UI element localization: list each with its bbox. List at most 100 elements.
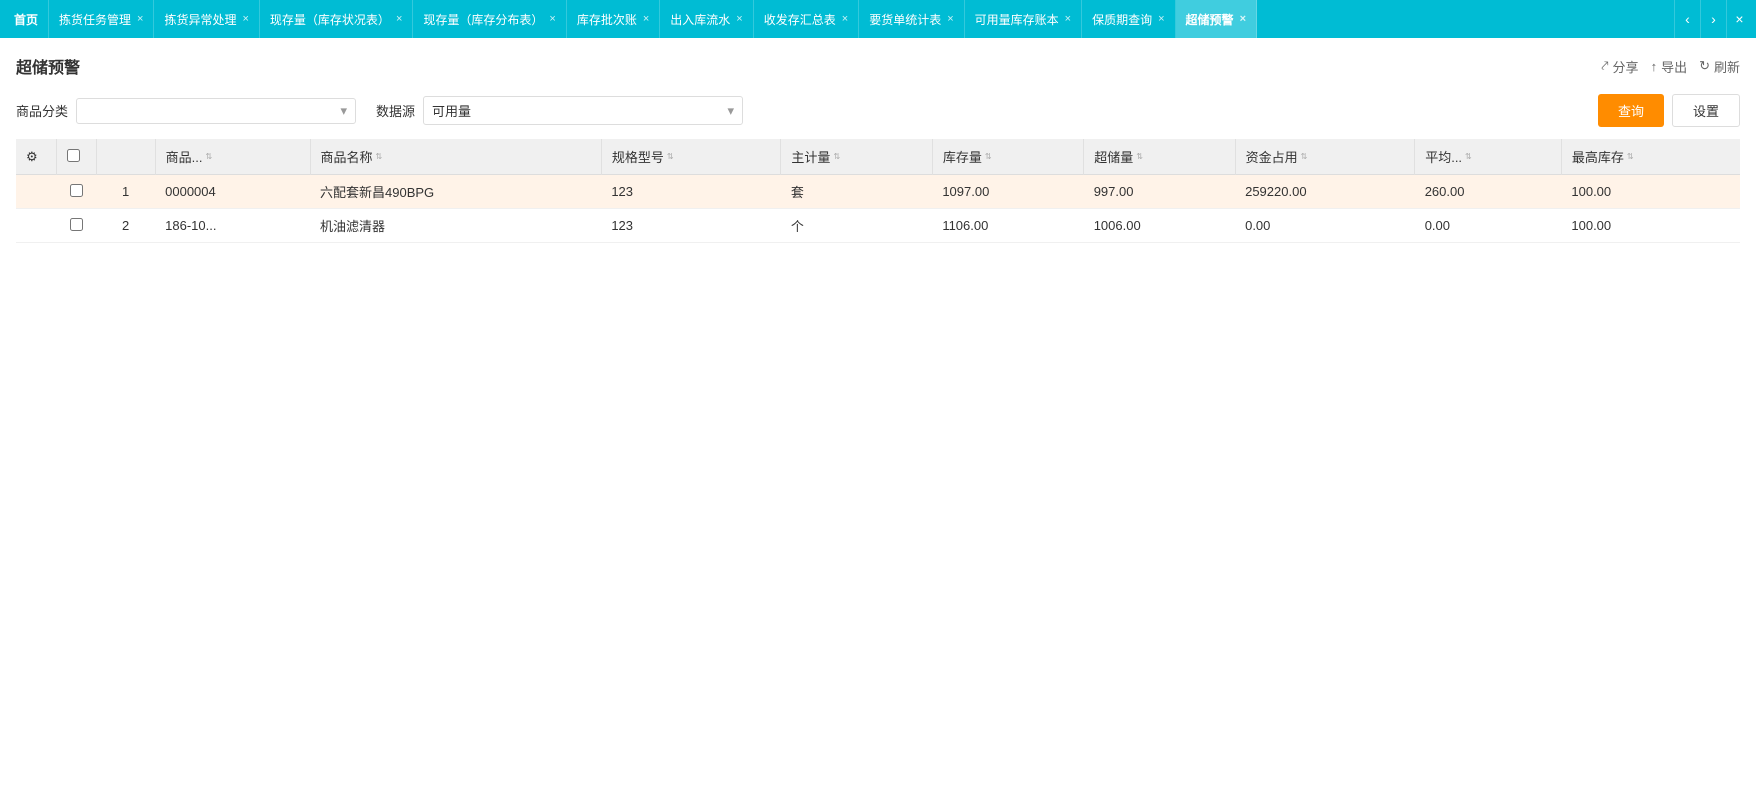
th-product-name-label: 商品名称: [321, 147, 373, 166]
settings-button[interactable]: 设置: [1672, 94, 1740, 127]
nav-tab-inventory-dist[interactable]: 现存量（库存分布表） ×: [413, 0, 566, 38]
sort-product-name[interactable]: 商品名称 ⇅: [321, 147, 383, 166]
close-inout-flow-icon[interactable]: ×: [736, 13, 742, 25]
nav-tab-order-stats[interactable]: 要货单统计表 ×: [859, 0, 964, 38]
row2-max-inventory: 100.00: [1561, 209, 1740, 243]
nav-tab-quality-period[interactable]: 保质期查询 ×: [1082, 0, 1175, 38]
th-row-number: [96, 139, 155, 175]
close-abnormal-icon[interactable]: ×: [242, 13, 248, 25]
th-avg[interactable]: 平均... ⇅: [1415, 139, 1562, 175]
row2-checkbox[interactable]: [70, 218, 83, 231]
sort-unit[interactable]: 主计量 ⇅: [791, 147, 840, 166]
row2-product-code: 186-10...: [155, 209, 310, 243]
top-nav: 首页 拣货任务管理 × 拣货异常处理 × 现存量（库存状况表） × 现存量（库存…: [0, 0, 1756, 38]
nav-tab-task-mgmt[interactable]: 拣货任务管理 ×: [49, 0, 154, 38]
refresh-button[interactable]: ↻ 刷新: [1699, 57, 1740, 76]
th-capital[interactable]: 资金占用 ⇅: [1235, 139, 1415, 175]
order-stats-label: 要货单统计表: [869, 11, 941, 28]
close-inventory-batch-icon[interactable]: ×: [643, 13, 649, 25]
nav-tab-overstock-warning[interactable]: 超储预警 ×: [1176, 0, 1257, 38]
row1-unit: 套: [781, 175, 932, 209]
share-icon: ⤤: [1601, 58, 1608, 74]
th-product-code[interactable]: 商品... ⇅: [155, 139, 310, 175]
home-tab-label: 首页: [14, 11, 38, 28]
row2-capital: 0.00: [1235, 209, 1415, 243]
nav-tab-inventory-batch[interactable]: 库存批次账 ×: [567, 0, 660, 38]
close-task-mgmt-icon[interactable]: ×: [137, 13, 143, 25]
close-collect-summary-icon[interactable]: ×: [842, 13, 848, 25]
th-inventory-label: 库存量: [943, 147, 982, 166]
th-spec[interactable]: 规格型号 ⇅: [601, 139, 781, 175]
close-available-account-icon[interactable]: ×: [1065, 13, 1071, 25]
row1-inventory: 1097.00: [932, 175, 1083, 209]
nav-tab-abnormal[interactable]: 拣货异常处理 ×: [154, 0, 259, 38]
sort-max-inventory[interactable]: 最高库存 ⇅: [1572, 147, 1634, 166]
th-gear[interactable]: ⚙: [16, 139, 56, 175]
export-button[interactable]: ↑ 导出: [1651, 57, 1688, 76]
row2-overstock: 1006.00: [1084, 209, 1235, 243]
close-order-stats-icon[interactable]: ×: [947, 13, 953, 25]
row1-checkbox[interactable]: [70, 184, 83, 197]
datasource-select-value: 可用量: [432, 101, 471, 120]
table-row: 1 0000004 六配套新昌490BPG 123 套 1097.00 997.…: [16, 175, 1740, 209]
close-inventory-status-icon[interactable]: ×: [396, 13, 402, 25]
nav-tab-collect-summary[interactable]: 收发存汇总表 ×: [754, 0, 859, 38]
nav-tab-inventory-status[interactable]: 现存量（库存状况表） ×: [260, 0, 413, 38]
close-overstock-warning-icon[interactable]: ×: [1240, 13, 1246, 25]
sort-spec-icon: ⇅: [667, 153, 674, 161]
sort-avg[interactable]: 平均... ⇅: [1425, 147, 1472, 166]
nav-arrow-close[interactable]: ×: [1726, 0, 1752, 38]
th-inventory[interactable]: 库存量 ⇅: [932, 139, 1083, 175]
sort-product-code[interactable]: 商品... ⇅: [166, 147, 213, 166]
nav-tab-inout-flow[interactable]: 出入库流水 ×: [660, 0, 753, 38]
category-select[interactable]: ▾: [76, 98, 356, 124]
row1-checkbox-cell: [56, 175, 96, 209]
datasource-filter-item: 数据源 可用量 ▾: [376, 96, 743, 125]
table-header-row: ⚙ 商品... ⇅ 商品名称 ⇅: [16, 139, 1740, 175]
row1-product-code: 0000004: [155, 175, 310, 209]
th-overstock[interactable]: 超储量 ⇅: [1084, 139, 1235, 175]
filter-actions: 查询 设置: [1598, 94, 1740, 127]
overstock-warning-label: 超储预警: [1186, 11, 1234, 28]
share-button[interactable]: ⤤ 分享: [1601, 57, 1638, 76]
inventory-dist-label: 现存量（库存分布表）: [423, 11, 543, 28]
nav-arrow-left[interactable]: ‹: [1674, 0, 1700, 38]
th-unit[interactable]: 主计量 ⇅: [781, 139, 932, 175]
sort-capital[interactable]: 资金占用 ⇅: [1246, 147, 1308, 166]
nav-tab-home[interactable]: 首页: [4, 0, 49, 38]
row2-product-name: 机油滤清器: [310, 209, 601, 243]
row2-avg: 0.00: [1415, 209, 1562, 243]
query-button[interactable]: 查询: [1598, 94, 1664, 127]
arrow-left-icon: ‹: [1685, 11, 1690, 27]
th-product-name[interactable]: 商品名称 ⇅: [310, 139, 601, 175]
data-table: ⚙ 商品... ⇅ 商品名称 ⇅: [16, 139, 1740, 243]
sort-overstock-icon: ⇅: [1136, 153, 1143, 161]
th-capital-label: 资金占用: [1246, 147, 1298, 166]
filter-row: 商品分类 ▾ 数据源 可用量 ▾ 查询 设置: [16, 94, 1740, 127]
th-unit-label: 主计量: [791, 147, 830, 166]
close-inventory-dist-icon[interactable]: ×: [549, 13, 555, 25]
sort-avg-icon: ⇅: [1465, 153, 1472, 161]
share-label: 分享: [1613, 57, 1639, 76]
datasource-select[interactable]: 可用量 ▾: [423, 96, 743, 125]
row1-spec: 123: [601, 175, 781, 209]
page-container: 超储预警 ⤤ 分享 ↑ 导出 ↻ 刷新 商品分类 ▾ 数据源: [0, 38, 1756, 800]
row1-gear-cell: [16, 175, 56, 209]
sort-spec[interactable]: 规格型号 ⇅: [612, 147, 674, 166]
category-filter-label: 商品分类: [16, 101, 68, 120]
row2-number: 2: [96, 209, 155, 243]
nav-arrow-right[interactable]: ›: [1700, 0, 1726, 38]
row2-inventory: 1106.00: [932, 209, 1083, 243]
sort-inventory[interactable]: 库存量 ⇅: [943, 147, 992, 166]
row2-gear-cell: [16, 209, 56, 243]
row2-unit: 个: [781, 209, 932, 243]
table-body: 1 0000004 六配套新昌490BPG 123 套 1097.00 997.…: [16, 175, 1740, 243]
export-icon: ↑: [1651, 59, 1658, 74]
page-header: 超储预警 ⤤ 分享 ↑ 导出 ↻ 刷新: [16, 54, 1740, 78]
sort-overstock[interactable]: 超储量 ⇅: [1094, 147, 1143, 166]
nav-tab-available-account[interactable]: 可用量库存账本 ×: [965, 0, 1082, 38]
select-all-checkbox[interactable]: [67, 149, 80, 162]
th-max-inventory[interactable]: 最高库存 ⇅: [1561, 139, 1740, 175]
close-quality-period-icon[interactable]: ×: [1158, 13, 1164, 25]
row2-checkbox-cell: [56, 209, 96, 243]
